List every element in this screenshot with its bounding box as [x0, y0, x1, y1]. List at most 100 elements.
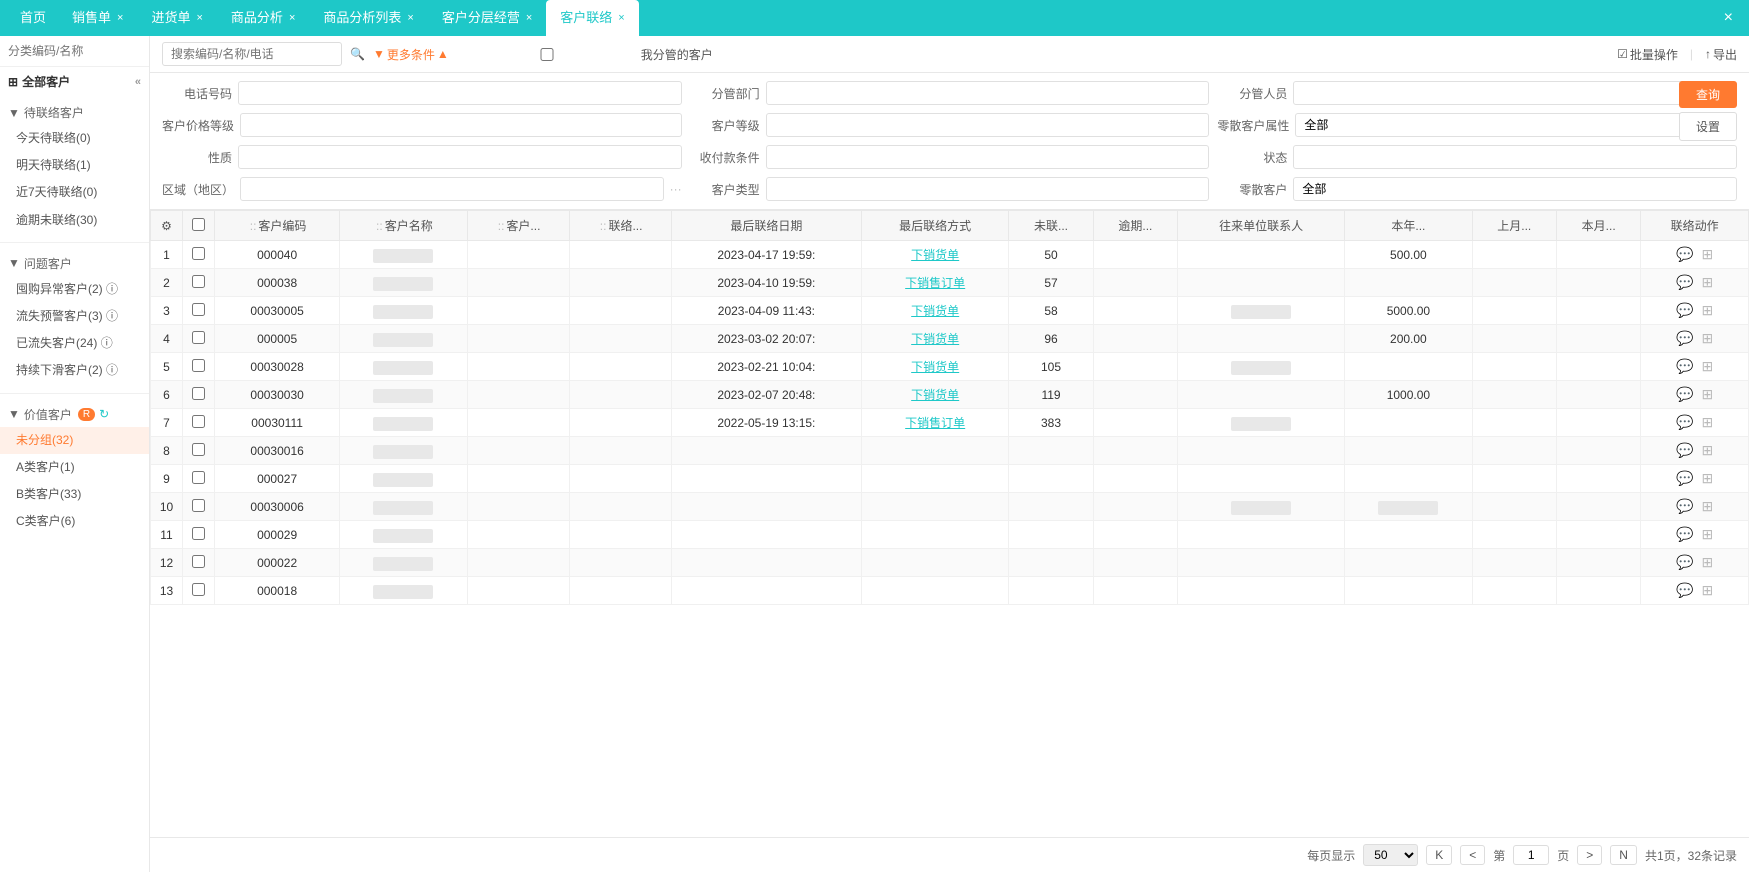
sidebar-item-c-class[interactable]: C类客户(6)	[0, 508, 149, 535]
filter-sparse-attr-select[interactable]: 全部	[1295, 113, 1737, 137]
batch-operation-button[interactable]: ☑ 批量操作	[1617, 46, 1678, 63]
row-checkbox[interactable]	[192, 471, 205, 484]
row-checkbox[interactable]	[192, 359, 205, 372]
grid-action-icon[interactable]: ⊞	[1702, 554, 1714, 571]
grid-action-icon[interactable]: ⊞	[1702, 526, 1714, 543]
chat-icon[interactable]: 💬	[1676, 526, 1693, 543]
chat-icon[interactable]: 💬	[1676, 554, 1693, 571]
row-checkbox[interactable]	[192, 331, 205, 344]
filter-nature-select[interactable]	[238, 145, 682, 169]
filter-payment-select[interactable]	[766, 145, 1210, 169]
close-customer-layer-tab[interactable]: ×	[526, 0, 532, 36]
close-product-analysis-tab[interactable]: ×	[289, 0, 295, 36]
tab-product-analysis[interactable]: 商品分析 ×	[217, 0, 309, 36]
row-checkbox[interactable]	[192, 415, 205, 428]
sidebar-collapse-icon[interactable]: «	[135, 76, 141, 88]
contact-method-link[interactable]: 下销货单	[911, 332, 959, 346]
chat-icon[interactable]: 💬	[1676, 246, 1693, 263]
sidebar-item-hoarding[interactable]: 囤购异常客户(2) ⓘ	[0, 276, 149, 303]
filter-price-level-select[interactable]	[240, 113, 682, 137]
filter-region-input[interactable]	[240, 177, 664, 201]
filter-dept-select[interactable]	[766, 81, 1210, 105]
row-checkbox[interactable]	[192, 247, 205, 260]
contact-method-link[interactable]: 下销货单	[911, 248, 959, 262]
filter-customer-level-select[interactable]	[766, 113, 1210, 137]
tab-customer-layer[interactable]: 客户分层经营 ×	[428, 0, 546, 36]
filter-status-select[interactable]	[1293, 145, 1737, 169]
chat-icon[interactable]: 💬	[1676, 330, 1693, 347]
chat-icon[interactable]: 💬	[1676, 414, 1693, 431]
sidebar-item-overdue[interactable]: 逾期未联络(30)	[0, 207, 149, 234]
tab-sales[interactable]: 销售单 ×	[58, 0, 137, 36]
sidebar-search-input[interactable]	[8, 44, 150, 58]
filter-region-dots[interactable]: ···	[670, 182, 682, 196]
sidebar-item-unclassified[interactable]: 未分组(32)	[0, 427, 149, 454]
row-checkbox[interactable]	[192, 499, 205, 512]
sidebar-group-problem-title[interactable]: ▼ 问题客户	[0, 251, 149, 276]
close-product-list-tab[interactable]: ×	[407, 0, 413, 36]
filter-customer-type-input[interactable]	[766, 177, 1210, 201]
sidebar-item-b-class[interactable]: B类客户(33)	[0, 481, 149, 508]
close-sales-tab[interactable]: ×	[117, 0, 123, 36]
row-checkbox[interactable]	[192, 527, 205, 540]
chat-icon[interactable]: 💬	[1676, 302, 1693, 319]
sidebar-group-pending-title[interactable]: ▼ 待联络客户	[0, 100, 149, 125]
chat-icon[interactable]: 💬	[1676, 386, 1693, 403]
export-button[interactable]: ↑ 导出	[1705, 46, 1737, 63]
next-page-button[interactable]: >	[1577, 845, 1602, 865]
reset-button[interactable]: 设置	[1679, 112, 1737, 141]
row-checkbox[interactable]	[192, 583, 205, 596]
tab-customer-contact[interactable]: 客户联络 ×	[546, 0, 638, 36]
refresh-icon[interactable]: ↻	[99, 407, 109, 421]
sidebar-group-value-title[interactable]: ▼ 价值客户 R ↻	[0, 402, 149, 427]
chat-icon[interactable]: 💬	[1676, 358, 1693, 375]
chat-icon[interactable]: 💬	[1676, 442, 1693, 459]
col-settings[interactable]: ⚙	[151, 211, 183, 241]
grid-action-icon[interactable]: ⊞	[1702, 442, 1714, 459]
sidebar-item-today[interactable]: 今天待联络(0)	[0, 125, 149, 152]
page-size-select[interactable]: 50 100	[1363, 844, 1418, 866]
my-customers-checkbox[interactable]	[457, 48, 637, 61]
contact-method-link[interactable]: 下销货单	[911, 304, 959, 318]
filter-manager-input[interactable]	[1293, 81, 1719, 105]
contact-method-link[interactable]: 下销售订单	[905, 276, 965, 290]
close-customer-contact-tab[interactable]: ×	[618, 0, 624, 36]
sidebar-item-7days[interactable]: 近7天待联络(0)	[0, 179, 149, 206]
contact-method-link[interactable]: 下销货单	[911, 360, 959, 374]
grid-action-icon[interactable]: ⊞	[1702, 302, 1714, 319]
grid-action-icon[interactable]: ⊞	[1702, 582, 1714, 599]
sidebar-all-customers[interactable]: ⊞ 全部客户 «	[0, 67, 149, 96]
page-number-input[interactable]	[1513, 845, 1549, 865]
filter-sparse-select[interactable]: 全部	[1293, 177, 1737, 201]
sidebar-item-a-class[interactable]: A类客户(1)	[0, 454, 149, 481]
last-page-button[interactable]: N	[1610, 845, 1637, 865]
sidebar-item-declining[interactable]: 持续下滑客户(2) ⓘ	[0, 357, 149, 384]
grid-action-icon[interactable]: ⊞	[1702, 358, 1714, 375]
more-conditions-button[interactable]: ▼ 更多条件 ▲	[373, 46, 449, 63]
grid-action-icon[interactable]: ⊞	[1702, 330, 1714, 347]
close-purchase-tab[interactable]: ×	[196, 0, 202, 36]
chat-icon[interactable]: 💬	[1676, 498, 1693, 515]
grid-action-icon[interactable]: ⊞	[1702, 246, 1714, 263]
sidebar-item-lost[interactable]: 已流失客户(24) ⓘ	[0, 330, 149, 357]
row-checkbox[interactable]	[192, 443, 205, 456]
query-button[interactable]: 查询	[1679, 81, 1737, 108]
first-page-button[interactable]: K	[1426, 845, 1452, 865]
search-input[interactable]	[162, 42, 342, 66]
contact-method-link[interactable]: 下销货单	[911, 388, 959, 402]
grid-action-icon[interactable]: ⊞	[1702, 498, 1714, 515]
chat-icon[interactable]: 💬	[1676, 582, 1693, 599]
tab-purchase[interactable]: 进货单 ×	[137, 0, 216, 36]
search-button[interactable]: 🔍	[350, 47, 365, 61]
chat-icon[interactable]: 💬	[1676, 470, 1693, 487]
grid-action-icon[interactable]: ⊞	[1702, 470, 1714, 487]
grid-action-icon[interactable]: ⊞	[1702, 386, 1714, 403]
row-checkbox[interactable]	[192, 303, 205, 316]
contact-method-link[interactable]: 下销售订单	[905, 416, 965, 430]
grid-action-icon[interactable]: ⊞	[1702, 274, 1714, 291]
window-close-button[interactable]: ×	[1716, 9, 1741, 27]
filter-phone-input[interactable]	[238, 81, 682, 105]
chat-icon[interactable]: 💬	[1676, 274, 1693, 291]
grid-action-icon[interactable]: ⊞	[1702, 414, 1714, 431]
tab-product-list[interactable]: 商品分析列表 ×	[309, 0, 427, 36]
